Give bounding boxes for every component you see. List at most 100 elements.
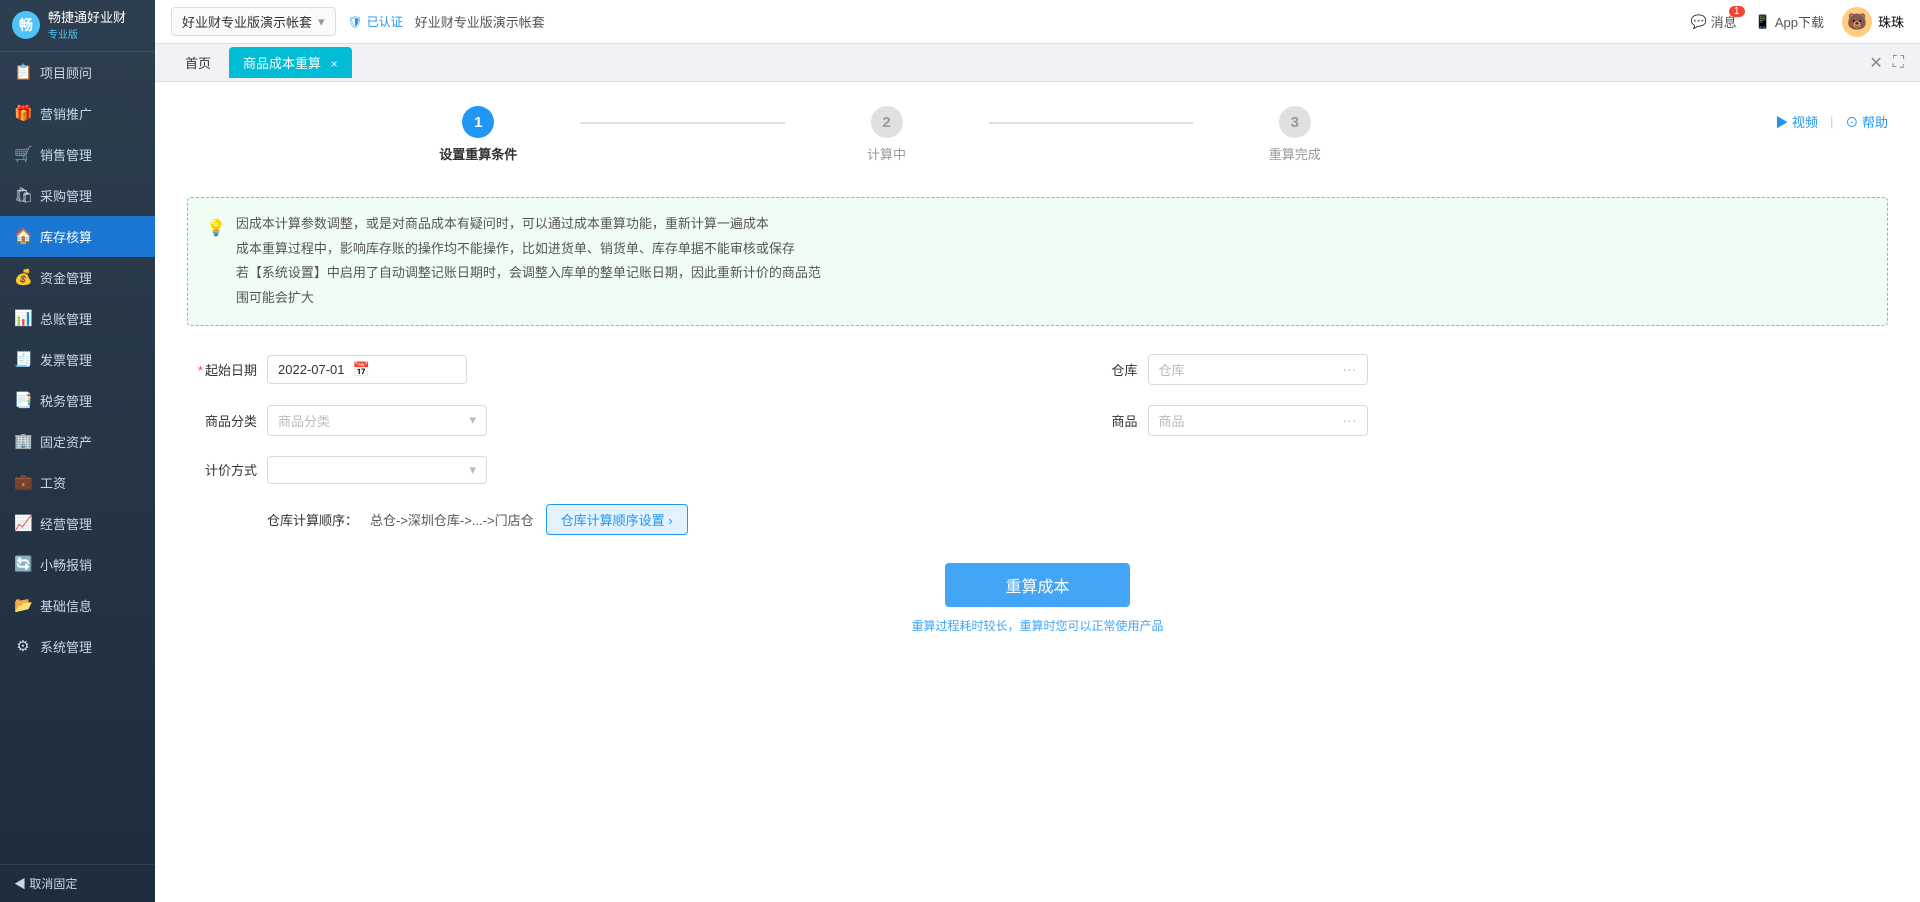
step-circle-3: 3 bbox=[1279, 106, 1311, 138]
start-date-label: *起始日期 bbox=[187, 360, 267, 379]
sidebar-item-finance[interactable]: 💰 资金管理 bbox=[0, 257, 155, 298]
category-field[interactable]: 商品分类 ▾ bbox=[267, 405, 487, 436]
sidebar-item-accounting[interactable]: 📊 总账管理 bbox=[0, 298, 155, 339]
main-area: 好业财专业版演示帐套 ▾ 🛡 已认证 好业财专业版演示帐套 💬 消息 1 📱 A… bbox=[155, 0, 1920, 902]
sidebar-item-sales[interactable]: 🛒 销售管理 bbox=[0, 134, 155, 175]
salary-icon: 💼 bbox=[14, 473, 32, 491]
tabs-bar: 首页 商品成本重算 × ✕ ⛶ bbox=[155, 44, 1920, 82]
close-window-button[interactable]: ✕ bbox=[1869, 53, 1882, 73]
step-line-1 bbox=[580, 122, 784, 124]
sidebar-item-marketing[interactable]: 🎁 营销推广 bbox=[0, 93, 155, 134]
verified-badge: 🛡 已认证 bbox=[348, 13, 403, 30]
pricing-field[interactable]: ▾ bbox=[267, 456, 487, 484]
form-col-date: *起始日期 2022-07-01 📅 bbox=[187, 355, 1008, 384]
account-name: 好业财专业版演示帐套 bbox=[415, 12, 545, 31]
tab-home[interactable]: 首页 bbox=[171, 47, 225, 78]
steps-help: ▶ 视频 | ⊙ 帮助 bbox=[1775, 106, 1888, 131]
content-area: 1 设置重算条件 2 计算中 3 重算 bbox=[155, 82, 1920, 902]
video-link[interactable]: ▶ 视频 bbox=[1775, 112, 1818, 131]
message-icon: 💬 bbox=[1690, 14, 1706, 30]
warehouse-order-row: 仓库计算顺序： 总仓->深圳仓库->...->门店仓 仓库计算顺序设置 › bbox=[187, 504, 1888, 535]
info-text: 因成本计算参数调整，或是对商品成本有疑问时，可以通过成本重算功能，重新计算一遍成… bbox=[236, 212, 821, 311]
form-row-2: 商品分类 商品分类 ▾ 商品 商品 ··· bbox=[187, 405, 1888, 436]
message-button[interactable]: 💬 消息 1 bbox=[1690, 12, 1736, 31]
sidebar-logo: 畅 畅捷通好业财 专业版 bbox=[0, 0, 155, 52]
warehouse-order-label: 仓库计算顺序： bbox=[267, 510, 358, 529]
tax-icon: 📑 bbox=[14, 391, 32, 409]
avatar: 🐻 bbox=[1842, 7, 1872, 37]
sidebar-item-system[interactable]: ⚙ 系统管理 bbox=[0, 626, 155, 667]
tab-close-icon[interactable]: × bbox=[331, 57, 338, 71]
sales-icon: 🛒 bbox=[14, 145, 32, 163]
form-col-product: 商品 商品 ··· bbox=[1008, 405, 1889, 436]
system-icon: ⚙ bbox=[14, 637, 32, 655]
logo-icon: 畅 bbox=[12, 11, 40, 39]
sidebar-item-invoice[interactable]: 🧾 发票管理 bbox=[0, 339, 155, 380]
phone-icon: 📱 bbox=[1755, 14, 1771, 30]
recalc-button[interactable]: 重算成本 bbox=[945, 563, 1129, 607]
sidebar-item-tax[interactable]: 📑 税务管理 bbox=[0, 380, 155, 421]
category-label: 商品分类 bbox=[187, 411, 267, 430]
recalc-hint: 重算过程耗时较长，重算时您可以正常使用产品 bbox=[911, 617, 1163, 634]
product-label: 商品 bbox=[1068, 411, 1148, 430]
finance-icon: 💰 bbox=[14, 268, 32, 286]
tab-cost-recalc[interactable]: 商品成本重算 × bbox=[229, 47, 352, 78]
product-dots-icon[interactable]: ··· bbox=[1343, 412, 1357, 428]
info-box: 💡 因成本计算参数调整，或是对商品成本有疑问时，可以通过成本重算功能，重新计算一… bbox=[187, 197, 1888, 326]
action-center: 重算成本 重算过程耗时较长，重算时您可以正常使用产品 bbox=[187, 563, 1888, 634]
app-download-button[interactable]: 📱 App下载 bbox=[1755, 12, 1824, 31]
step-2: 2 计算中 bbox=[785, 106, 989, 163]
sidebar-item-expense[interactable]: 🔄 小畅报销 bbox=[0, 544, 155, 585]
accounting-icon: 📊 bbox=[14, 309, 32, 327]
logo-text: 畅捷通好业财 专业版 bbox=[48, 10, 126, 41]
sidebar-item-purchase[interactable]: 🛍 采购管理 bbox=[0, 175, 155, 216]
category-dropdown-icon[interactable]: ▾ bbox=[469, 412, 476, 428]
sidebar-item-asset[interactable]: 🏢 固定资产 bbox=[0, 421, 155, 462]
topbar: 好业财专业版演示帐套 ▾ 🛡 已认证 好业财专业版演示帐套 💬 消息 1 📱 A… bbox=[155, 0, 1920, 44]
warehouse-order-settings-button[interactable]: 仓库计算顺序设置 › bbox=[546, 504, 688, 535]
product-field[interactable]: 商品 ··· bbox=[1148, 405, 1368, 436]
warehouse-order-value: 总仓->深圳仓库->...->门店仓 bbox=[370, 510, 534, 529]
pricing-label: 计价方式 bbox=[187, 460, 267, 479]
sidebar-item-inventory[interactable]: 🏠 库存核算 bbox=[0, 216, 155, 257]
user-menu[interactable]: 🐻 珠珠 bbox=[1842, 7, 1904, 37]
window-controls: ✕ ⛶ bbox=[1869, 53, 1904, 73]
step-label-3: 重算完成 bbox=[1269, 144, 1321, 163]
sidebar-unpin-button[interactable]: ◀ 取消固定 bbox=[0, 864, 155, 902]
steps-section: 1 设置重算条件 2 计算中 3 重算 bbox=[187, 106, 1888, 173]
inventory-icon: 🏠 bbox=[14, 227, 32, 245]
help-link[interactable]: ⊙ 帮助 bbox=[1845, 112, 1888, 131]
form-col-category: 商品分类 商品分类 ▾ bbox=[187, 405, 1008, 436]
form-col-pricing: 计价方式 ▾ bbox=[187, 456, 1888, 484]
username-label: 珠珠 bbox=[1878, 12, 1904, 31]
step-label-1: 设置重算条件 bbox=[439, 144, 517, 163]
form-row-1: *起始日期 2022-07-01 📅 仓库 仓库 ··· bbox=[187, 354, 1888, 385]
invoice-icon: 🧾 bbox=[14, 350, 32, 368]
sidebar-item-basic[interactable]: 📂 基础信息 bbox=[0, 585, 155, 626]
step-3: 3 重算完成 bbox=[1193, 106, 1397, 163]
required-mark: * bbox=[198, 363, 203, 378]
marketing-icon: 🎁 bbox=[14, 104, 32, 122]
asset-icon: 🏢 bbox=[14, 432, 32, 450]
account-select[interactable]: 好业财专业版演示帐套 ▾ bbox=[171, 7, 336, 36]
ops-icon: 📈 bbox=[14, 514, 32, 532]
step-1: 1 设置重算条件 bbox=[376, 106, 580, 163]
topbar-right: 💬 消息 1 📱 App下载 🐻 珠珠 bbox=[1690, 7, 1904, 37]
project-icon: 📋 bbox=[14, 63, 32, 81]
step-circle-2: 2 bbox=[871, 106, 903, 138]
bulb-icon: 💡 bbox=[206, 214, 226, 311]
start-date-field[interactable]: 2022-07-01 📅 bbox=[267, 355, 467, 384]
sidebar-item-project[interactable]: 📋 项目顾问 bbox=[0, 52, 155, 93]
sidebar-item-salary[interactable]: 💼 工资 bbox=[0, 462, 155, 503]
shield-icon: 🛡 bbox=[348, 15, 363, 29]
form-section: *起始日期 2022-07-01 📅 仓库 仓库 ··· bbox=[187, 354, 1888, 535]
warehouse-field[interactable]: 仓库 ··· bbox=[1148, 354, 1368, 385]
sidebar-item-ops[interactable]: 📈 经营管理 bbox=[0, 503, 155, 544]
message-badge: 1 bbox=[1729, 6, 1745, 17]
step-circle-1: 1 bbox=[462, 106, 494, 138]
pricing-dropdown-icon[interactable]: ▾ bbox=[469, 462, 476, 478]
calendar-icon[interactable]: 📅 bbox=[353, 361, 370, 378]
expand-window-button[interactable]: ⛶ bbox=[1893, 54, 1904, 72]
purchase-icon: 🛍 bbox=[14, 186, 32, 204]
warehouse-dots-icon[interactable]: ··· bbox=[1343, 361, 1357, 377]
